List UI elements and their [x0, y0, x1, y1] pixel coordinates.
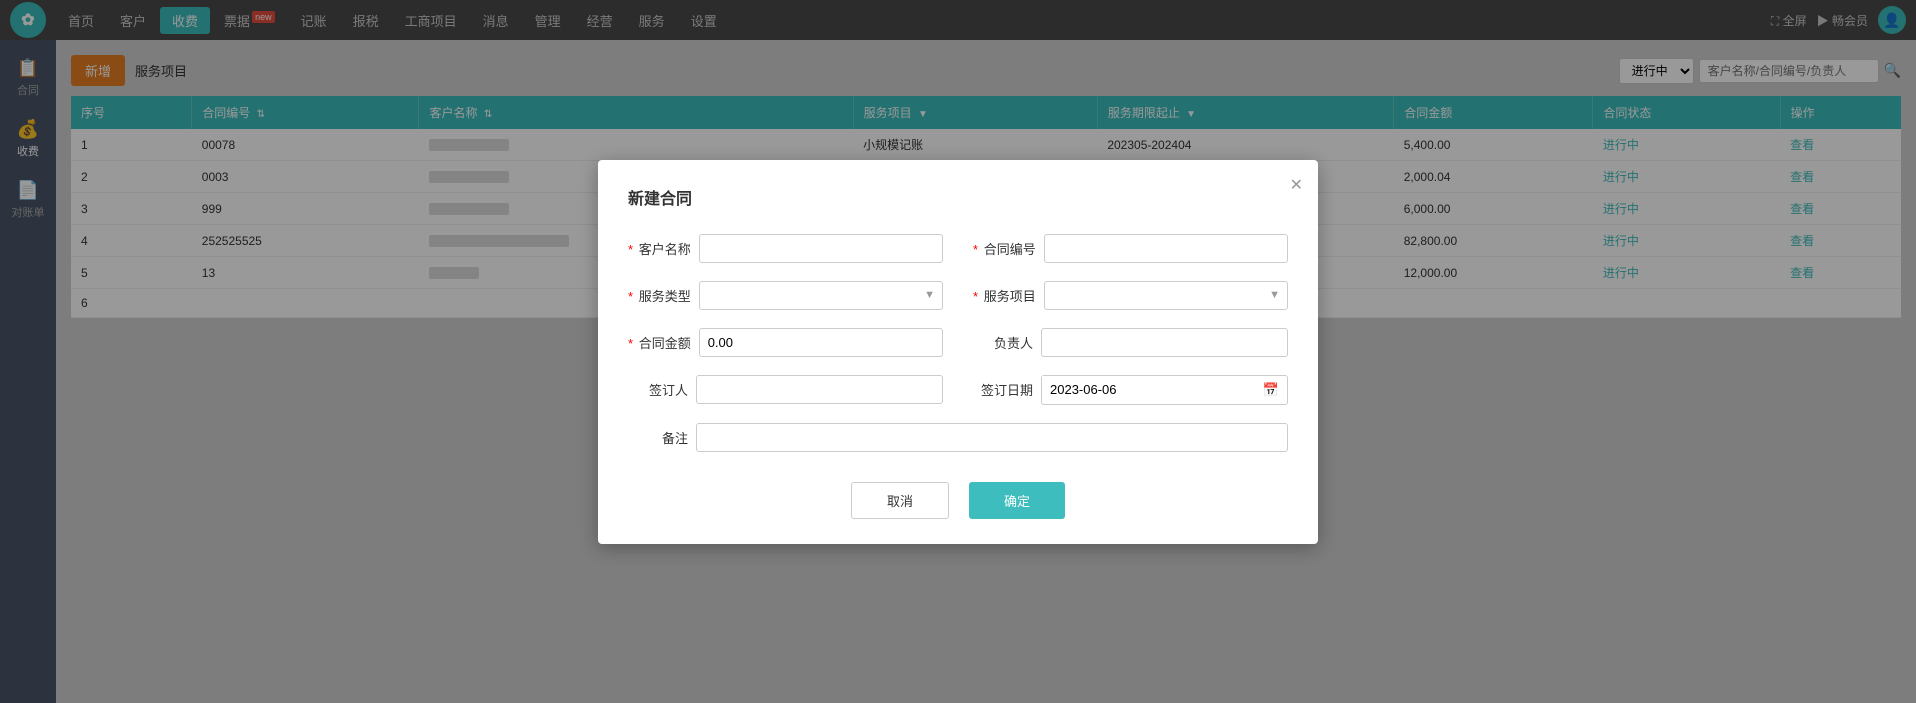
required-mark2: *	[973, 242, 978, 257]
modal-title: 新建合同	[628, 185, 1288, 209]
required-mark5: *	[628, 336, 633, 351]
customer-input[interactable]	[699, 234, 943, 263]
modal-close-button[interactable]: ✕	[1290, 175, 1303, 195]
service-item-select[interactable]	[1044, 281, 1288, 310]
calendar-icon[interactable]: 📅	[1255, 376, 1287, 404]
date-field-wrapper: 2023-06-06 📅	[1041, 375, 1288, 405]
amount-input[interactable]: 0.00	[699, 328, 943, 357]
form-actions: 取消 确定	[628, 482, 1288, 519]
customer-label: * 客户名称	[628, 239, 691, 258]
signer-input[interactable]	[696, 375, 943, 404]
confirm-button[interactable]: 确定	[969, 482, 1065, 519]
service-item-select-wrapper: ▼	[1044, 281, 1288, 310]
sign-date-input[interactable]: 2023-06-06	[1042, 376, 1255, 403]
contract-no-field: * 合同编号	[973, 234, 1288, 263]
new-contract-modal: ✕ 新建合同 * 客户名称 * 合同编号	[598, 160, 1318, 544]
service-type-select[interactable]	[699, 281, 943, 310]
customer-field: * 客户名称	[628, 234, 943, 263]
amount-field: * 合同金额 0.00	[628, 328, 943, 357]
modal-overlay: ✕ 新建合同 * 客户名称 * 合同编号	[56, 40, 1916, 703]
responsible-field: 负责人	[973, 328, 1288, 357]
required-mark4: *	[973, 289, 978, 304]
service-type-select-wrapper: ▼	[699, 281, 943, 310]
signer-field: 签订人	[628, 375, 943, 405]
service-type-field: * 服务类型 ▼	[628, 281, 943, 310]
notes-input[interactable]	[696, 423, 1288, 452]
cancel-button[interactable]: 取消	[851, 482, 949, 519]
notes-field: 备注	[628, 423, 1288, 452]
signer-label: 签订人	[628, 380, 688, 399]
service-item-label: * 服务项目	[973, 286, 1036, 305]
contract-no-input[interactable]	[1044, 234, 1288, 263]
contract-no-label: * 合同编号	[973, 239, 1036, 258]
content-area: 新增 服务项目 进行中 已完成 全部 🔍 序号 合同编号 ⇅ 客户名称 ⇅ 服务…	[56, 40, 1916, 703]
service-item-field: * 服务项目 ▼	[973, 281, 1288, 310]
amount-label: * 合同金额	[628, 333, 691, 352]
sign-date-label: 签订日期	[973, 380, 1033, 399]
required-mark3: *	[628, 289, 633, 304]
form-grid: * 客户名称 * 合同编号	[628, 234, 1288, 452]
main-layout: 📋 合同 💰 收费 📄 对账单 新增 服务项目 进行中 已完成 全部 🔍	[0, 40, 1916, 703]
responsible-label: 负责人	[973, 333, 1033, 352]
service-type-label: * 服务类型	[628, 286, 691, 305]
notes-label: 备注	[628, 428, 688, 447]
sign-date-field: 签订日期 2023-06-06 📅	[973, 375, 1288, 405]
responsible-input[interactable]	[1041, 328, 1288, 357]
required-mark: *	[628, 242, 633, 257]
